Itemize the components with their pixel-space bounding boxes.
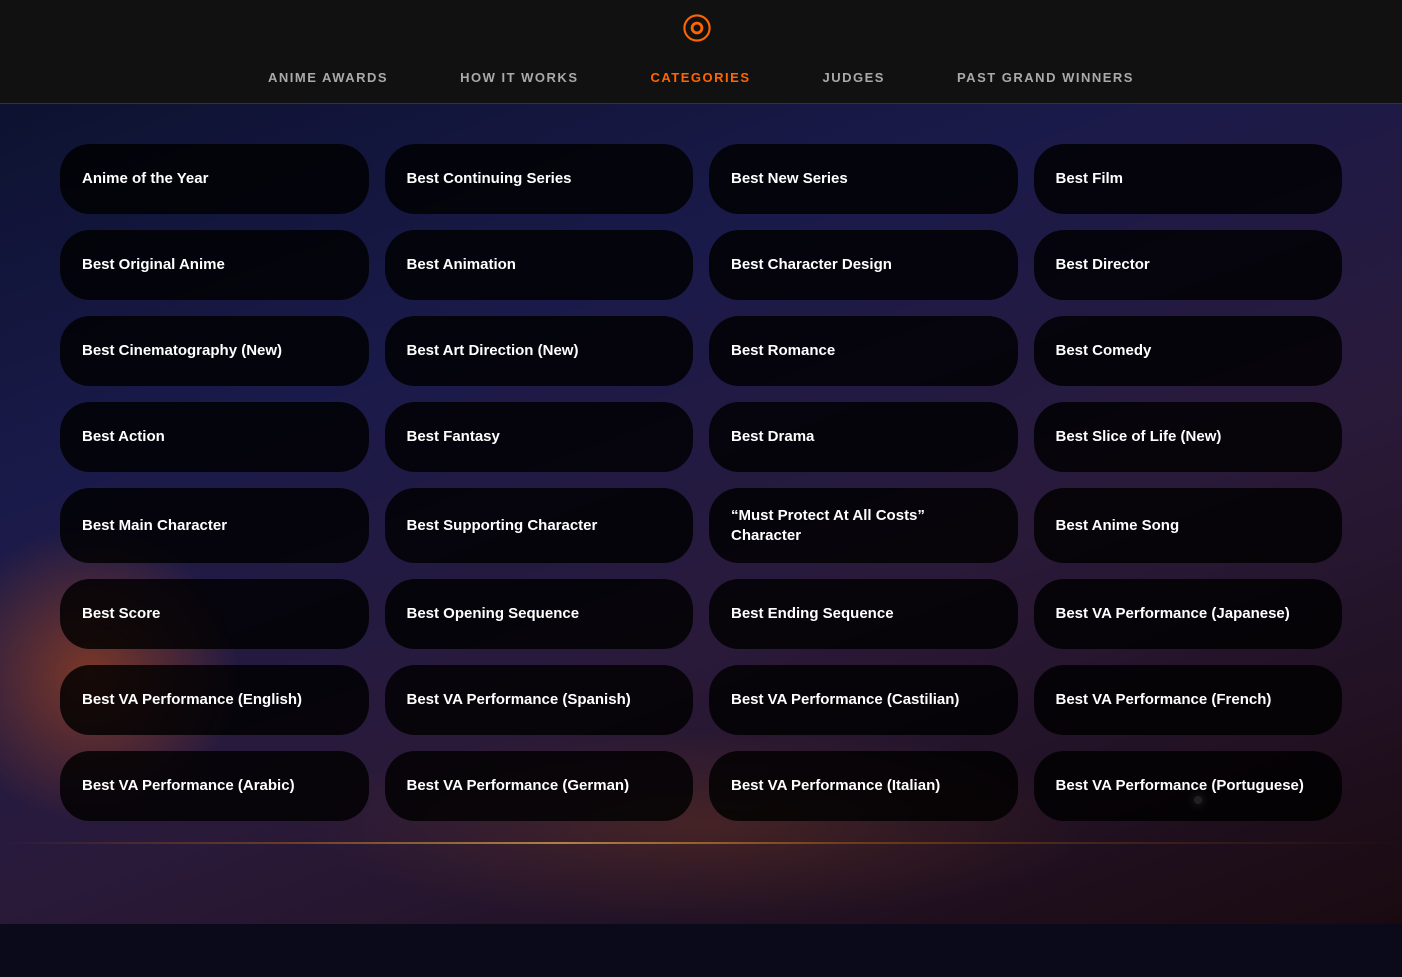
category-button-0[interactable]: Anime of the Year [60,144,369,214]
nav-item-categories[interactable]: CATEGORIES [615,64,787,91]
category-button-16[interactable]: Best Main Character [60,488,369,563]
category-button-26[interactable]: Best VA Performance (Castilian) [709,665,1018,735]
category-button-7[interactable]: Best Director [1034,230,1343,300]
nav-item-how-it-works[interactable]: HOW IT WORKS [424,64,614,91]
category-button-24[interactable]: Best VA Performance (English) [60,665,369,735]
category-button-30[interactable]: Best VA Performance (Italian) [709,751,1018,821]
category-button-20[interactable]: Best Score [60,579,369,649]
category-button-17[interactable]: Best Supporting Character [385,488,694,563]
crunchyroll-logo-icon [683,14,711,42]
category-button-9[interactable]: Best Art Direction (New) [385,316,694,386]
category-button-3[interactable]: Best Film [1034,144,1343,214]
category-button-13[interactable]: Best Fantasy [385,402,694,472]
category-button-12[interactable]: Best Action [60,402,369,472]
category-button-15[interactable]: Best Slice of Life (New) [1034,402,1343,472]
category-button-23[interactable]: Best VA Performance (Japanese) [1034,579,1343,649]
category-button-25[interactable]: Best VA Performance (Spanish) [385,665,694,735]
category-button-11[interactable]: Best Comedy [1034,316,1343,386]
line-glow-decoration [0,842,1402,844]
category-button-1[interactable]: Best Continuing Series [385,144,694,214]
navigation: ANIME AWARDSHOW IT WORKSCATEGORIESJUDGES… [0,52,1402,103]
category-button-5[interactable]: Best Animation [385,230,694,300]
category-button-27[interactable]: Best VA Performance (French) [1034,665,1343,735]
category-button-19[interactable]: Best Anime Song [1034,488,1343,563]
site-header: ANIME AWARDSHOW IT WORKSCATEGORIESJUDGES… [0,0,1402,104]
nav-item-judges[interactable]: JUDGES [787,64,921,91]
category-button-2[interactable]: Best New Series [709,144,1018,214]
category-button-29[interactable]: Best VA Performance (German) [385,751,694,821]
category-button-14[interactable]: Best Drama [709,402,1018,472]
category-button-6[interactable]: Best Character Design [709,230,1018,300]
category-button-28[interactable]: Best VA Performance (Arabic) [60,751,369,821]
category-button-22[interactable]: Best Ending Sequence [709,579,1018,649]
nav-item-anime-awards[interactable]: ANIME AWARDS [232,64,424,91]
category-button-21[interactable]: Best Opening Sequence [385,579,694,649]
category-button-31[interactable]: Best VA Performance (Portuguese) [1034,751,1343,821]
main-content: Anime of the YearBest Continuing SeriesB… [0,104,1402,924]
category-button-8[interactable]: Best Cinematography (New) [60,316,369,386]
category-button-10[interactable]: Best Romance [709,316,1018,386]
category-button-18[interactable]: “Must Protect At All Costs” Character [709,488,1018,563]
category-button-4[interactable]: Best Original Anime [60,230,369,300]
categories-grid: Anime of the YearBest Continuing SeriesB… [60,144,1342,821]
logo-bar [683,0,719,52]
nav-item-past-grand-winners[interactable]: PAST GRAND WINNERS [921,64,1170,91]
